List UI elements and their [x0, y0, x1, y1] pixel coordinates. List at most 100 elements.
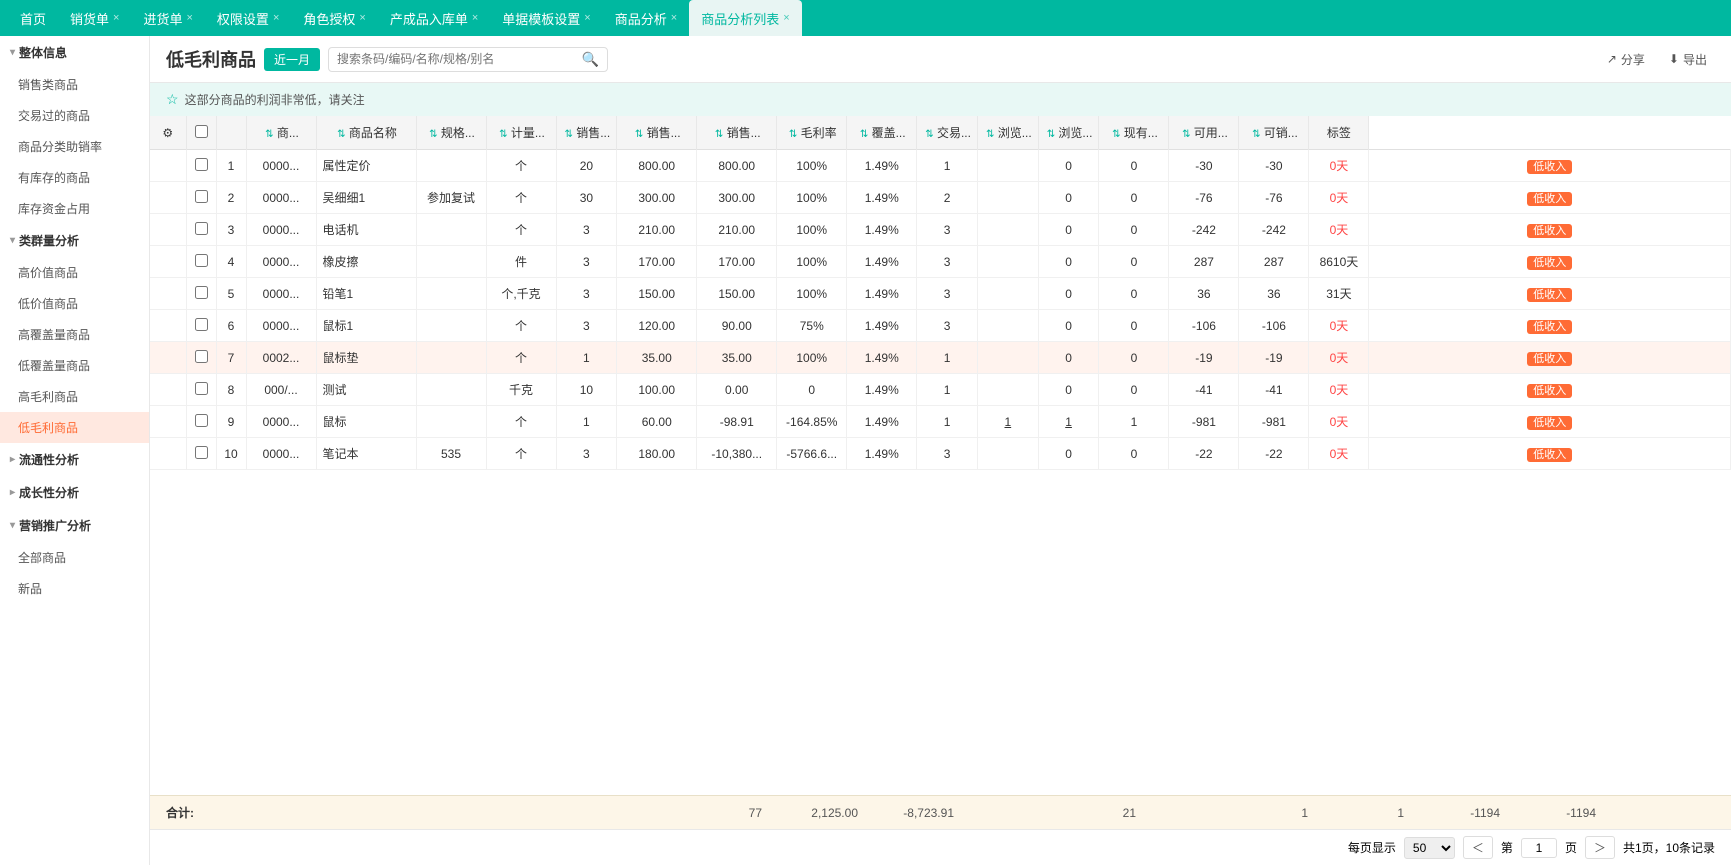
col-spec[interactable]: ⇅ 规格... — [416, 116, 486, 150]
row-checkbox[interactable] — [195, 446, 208, 459]
checkbox-cell[interactable] — [186, 342, 216, 374]
share-button[interactable]: ↗ 分享 — [1599, 47, 1653, 72]
checkbox-cell[interactable] — [186, 214, 216, 246]
col-trade[interactable]: ⇅ 交易... — [917, 116, 978, 150]
prev-page-button[interactable]: ＜ — [1463, 836, 1493, 859]
col-code[interactable]: ⇅ 商... — [246, 116, 316, 150]
col-unit[interactable]: ⇅ 计量... — [486, 116, 556, 150]
sidebar-group-overall[interactable]: ▾整体信息 — [0, 36, 149, 69]
settings-cell[interactable] — [150, 278, 186, 310]
checkbox-cell[interactable] — [186, 310, 216, 342]
col-profit[interactable]: ⇅ 销售... — [697, 116, 777, 150]
nav-item-templates[interactable]: 单据模板设置 × — [490, 0, 602, 36]
nav-item-products[interactable]: 产成品入库单 × — [378, 0, 490, 36]
checkbox-col-header[interactable] — [186, 116, 216, 150]
table-row[interactable]: 10 0000... 笔记本 535 个 3 180.00 -10,380...… — [150, 438, 1731, 470]
close-icon[interactable]: × — [671, 12, 677, 24]
sidebar-item-high-profit[interactable]: 高毛利商品 — [0, 381, 149, 412]
close-icon[interactable]: × — [472, 12, 478, 24]
nav-item-roles[interactable]: 角色授权 × — [291, 0, 377, 36]
table-row[interactable]: 4 0000... 橡皮擦 件 3 170.00 170.00 100% 1.4… — [150, 246, 1731, 278]
settings-cell[interactable] — [150, 150, 186, 182]
col-tag[interactable]: 标签 — [1309, 116, 1369, 150]
select-all-checkbox[interactable] — [195, 125, 208, 138]
table-row[interactable]: 7 0002... 鼠标垫 个 1 35.00 35.00 100% 1.49%… — [150, 342, 1731, 374]
checkbox-cell[interactable] — [186, 406, 216, 438]
nav-item-analysis-list[interactable]: 商品分析列表 × — [689, 0, 801, 36]
row-checkbox[interactable] — [195, 190, 208, 203]
close-icon[interactable]: × — [273, 12, 279, 24]
row-checkbox[interactable] — [195, 318, 208, 331]
page-input[interactable] — [1521, 838, 1557, 858]
table-row[interactable]: 1 0000... 属性定价 个 20 800.00 800.00 100% 1… — [150, 150, 1731, 182]
page-size-select[interactable]: 50 100 200 — [1404, 837, 1455, 859]
next-page-button[interactable]: ＞ — [1585, 836, 1615, 859]
checkbox-cell[interactable] — [186, 438, 216, 470]
checkbox-cell[interactable] — [186, 246, 216, 278]
checkbox-cell[interactable] — [186, 182, 216, 214]
sidebar-group-marketing[interactable]: ▾营销推广分析 — [0, 509, 149, 542]
col-qty[interactable]: ⇅ 销售... — [556, 116, 617, 150]
settings-cell[interactable] — [150, 342, 186, 374]
settings-cell[interactable] — [150, 246, 186, 278]
nav-item-sales[interactable]: 销货单 × — [58, 0, 131, 36]
settings-cell[interactable] — [150, 438, 186, 470]
sidebar-item-high-value[interactable]: 高价值商品 — [0, 257, 149, 288]
close-icon[interactable]: × — [186, 12, 192, 24]
sidebar-item-capital[interactable]: 库存资金占用 — [0, 193, 149, 224]
sidebar-item-stocked[interactable]: 有库存的商品 — [0, 162, 149, 193]
col-cover[interactable]: ⇅ 覆盖... — [847, 116, 917, 150]
sidebar-item-new-products[interactable]: 新品 — [0, 573, 149, 604]
row-checkbox[interactable] — [195, 350, 208, 363]
row-checkbox[interactable] — [195, 414, 208, 427]
sidebar-item-sales-products[interactable]: 销售类商品 — [0, 69, 149, 100]
settings-cell[interactable] — [150, 406, 186, 438]
row-checkbox[interactable] — [195, 158, 208, 171]
checkbox-cell[interactable] — [186, 150, 216, 182]
col-browse1[interactable]: ⇅ 浏览... — [977, 116, 1038, 150]
nav-item-home[interactable]: 首页 — [8, 0, 58, 36]
nav-item-purchase[interactable]: 进货单 × — [131, 0, 204, 36]
table-row[interactable]: 5 0000... 铅笔1 个,千克 3 150.00 150.00 100% … — [150, 278, 1731, 310]
filter-button[interactable]: 近一月 — [264, 48, 320, 71]
export-button[interactable]: ⬇ 导出 — [1661, 47, 1715, 72]
checkbox-cell[interactable] — [186, 278, 216, 310]
col-name[interactable]: ⇅ 商品名称 — [316, 116, 416, 150]
close-icon[interactable]: × — [783, 12, 789, 24]
search-box[interactable]: 🔍 — [328, 47, 608, 72]
settings-cell[interactable] — [150, 214, 186, 246]
settings-cell[interactable] — [150, 310, 186, 342]
col-amount[interactable]: ⇅ 销售... — [617, 116, 697, 150]
nav-item-analysis[interactable]: 商品分析 × — [603, 0, 689, 36]
row-checkbox[interactable] — [195, 286, 208, 299]
settings-cell[interactable] — [150, 374, 186, 406]
close-icon[interactable]: × — [359, 12, 365, 24]
col-browse2[interactable]: ⇅ 浏览... — [1038, 116, 1099, 150]
col-stock[interactable]: ⇅ 现有... — [1099, 116, 1169, 150]
col-available[interactable]: ⇅ 可用... — [1169, 116, 1239, 150]
nav-item-perms[interactable]: 权限设置 × — [205, 0, 291, 36]
sidebar-item-high-cover[interactable]: 高覆盖量商品 — [0, 319, 149, 350]
row-checkbox[interactable] — [195, 382, 208, 395]
sidebar-group-growth[interactable]: ▸成长性分析 — [0, 476, 149, 509]
search-input[interactable] — [337, 52, 582, 66]
sidebar-group-cluster[interactable]: ▾类群量分析 — [0, 224, 149, 257]
table-row[interactable]: 9 0000... 鼠标 个 1 60.00 -98.91 -164.85% 1… — [150, 406, 1731, 438]
sidebar-item-low-cover[interactable]: 低覆盖量商品 — [0, 350, 149, 381]
sidebar-item-low-profit[interactable]: 低毛利商品 — [0, 412, 149, 443]
close-icon[interactable]: × — [584, 12, 590, 24]
checkbox-cell[interactable] — [186, 374, 216, 406]
settings-col-header[interactable]: ⚙ — [150, 116, 186, 150]
sidebar-item-all-products[interactable]: 全部商品 — [0, 542, 149, 573]
close-icon[interactable]: × — [113, 12, 119, 24]
sidebar-item-category-rate[interactable]: 商品分类助销率 — [0, 131, 149, 162]
sidebar-group-flow[interactable]: ▸流通性分析 — [0, 443, 149, 476]
col-saleable[interactable]: ⇅ 可销... — [1239, 116, 1309, 150]
sidebar-item-traded[interactable]: 交易过的商品 — [0, 100, 149, 131]
table-row[interactable]: 8 000/... 测试 千克 10 100.00 0.00 0 1.49% 1… — [150, 374, 1731, 406]
settings-cell[interactable] — [150, 182, 186, 214]
col-profit-rate[interactable]: ⇅ 毛利率 — [777, 116, 847, 150]
table-row[interactable]: 2 0000... 吴细细1 参加复试 个 30 300.00 300.00 1… — [150, 182, 1731, 214]
row-checkbox[interactable] — [195, 222, 208, 235]
table-row[interactable]: 3 0000... 电话机 个 3 210.00 210.00 100% 1.4… — [150, 214, 1731, 246]
